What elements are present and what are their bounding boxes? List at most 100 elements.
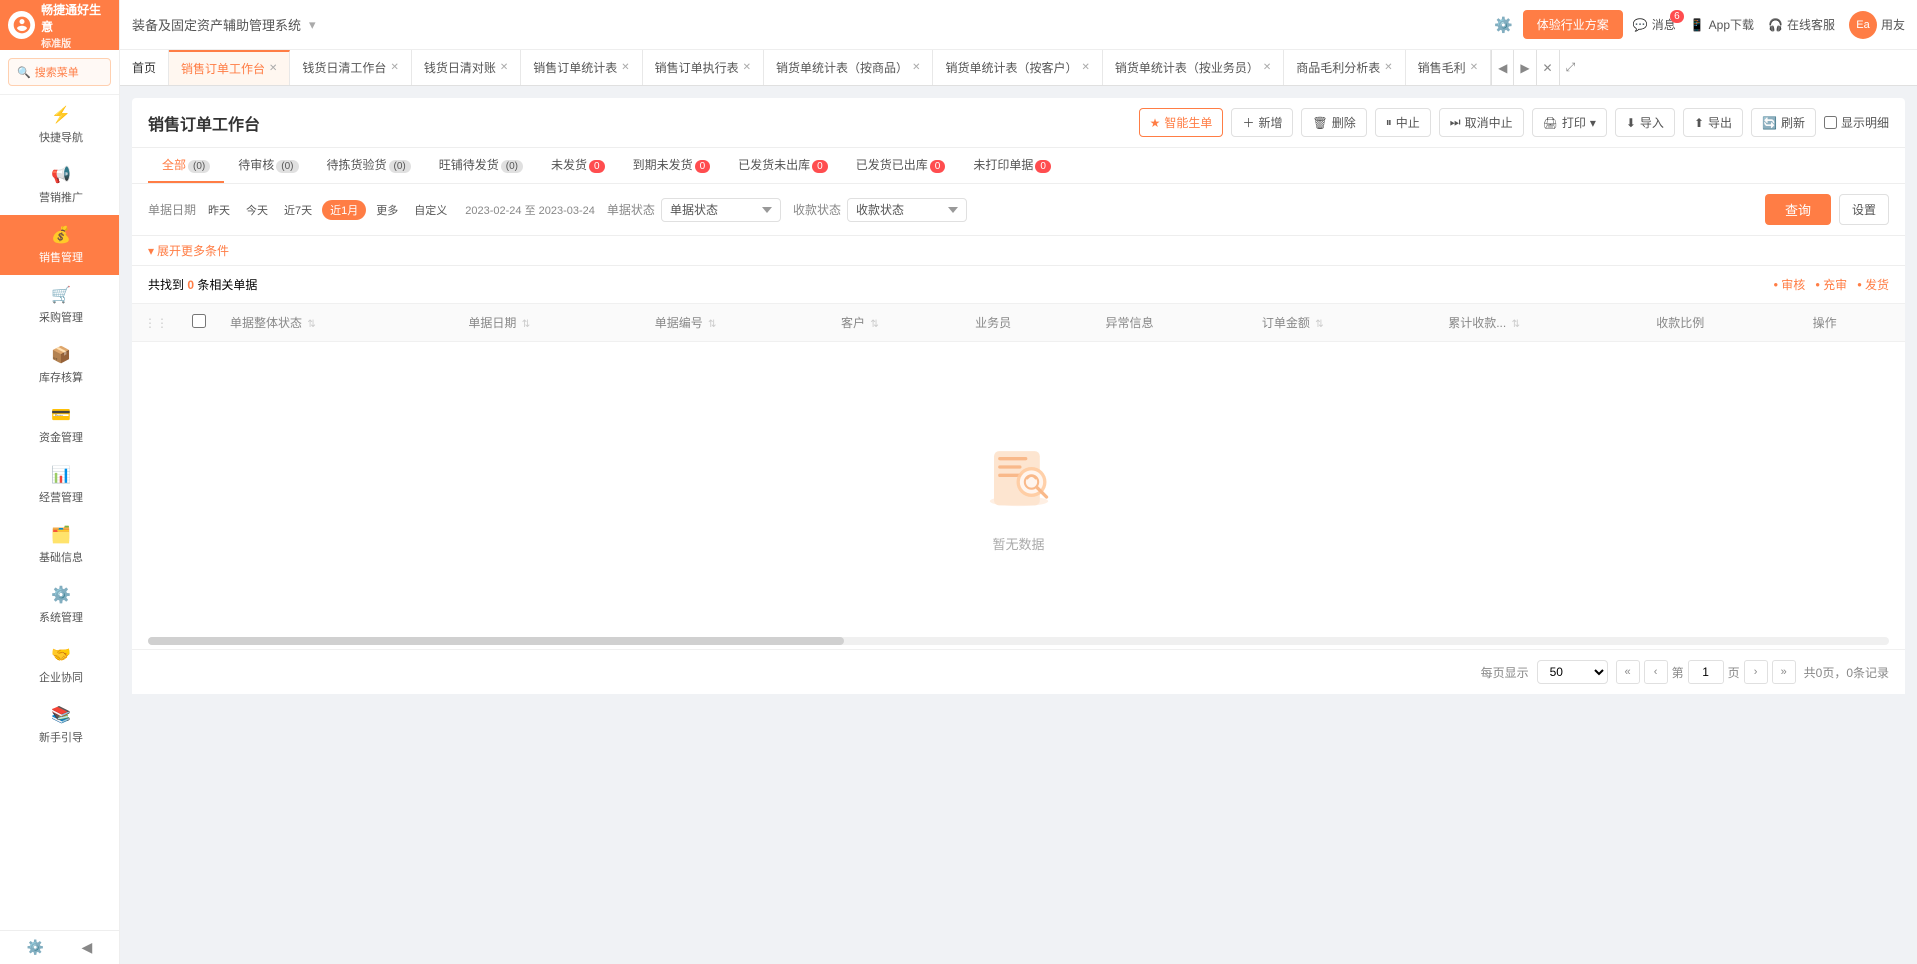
tab-cash-goods-reconcile[interactable]: 钱货日清对账 ✕	[412, 50, 521, 86]
tab-close-product[interactable]: ✕	[912, 62, 920, 73]
sidebar-item-sales[interactable]: 💰 销售管理	[0, 215, 119, 275]
sidebar-item-guide[interactable]: 📚 新手引导	[0, 695, 119, 755]
tab-sales-stats[interactable]: 销售订单统计表 ✕	[521, 50, 642, 86]
sub-tab-not-shipped[interactable]: 未发货0	[537, 148, 619, 183]
tab-close-gross[interactable]: ✕	[1384, 62, 1392, 73]
expand-filter-bar: ▾ 展开更多条件	[132, 236, 1905, 266]
tabs-next-btn[interactable]: ▶	[1513, 50, 1535, 86]
tab-sales-order-workbench[interactable]: 销售订单工作台 ✕	[169, 50, 290, 86]
date-btn-yesterday[interactable]: 昨天	[202, 200, 236, 220]
tab-close-profit[interactable]: ✕	[1470, 62, 1478, 73]
sidebar-item-enterprise[interactable]: 🤝 企业协同	[0, 635, 119, 695]
sidebar-item-inventory[interactable]: 📦 库存核算	[0, 335, 119, 395]
tab-sales-stats-customer[interactable]: 销货单统计表（按客户） ✕	[933, 50, 1102, 86]
sidebar-item-quick-nav[interactable]: ⚡ 快捷导航	[0, 95, 119, 155]
topbar: 装备及固定资产辅助管理系统 ▾ ⚙️ 体验行业方案 💬 消息 6 📱 App下载…	[120, 0, 1917, 50]
show-detail-label[interactable]: 显示明细	[1824, 114, 1889, 131]
app-download-btn[interactable]: 📱 App下载	[1690, 16, 1754, 33]
tab-close-sales-order[interactable]: ✕	[269, 63, 277, 74]
status-select[interactable]: 单据状态	[661, 198, 781, 222]
quick-cancel-audit-btn[interactable]: 充审	[1815, 276, 1847, 293]
th-actions: 操作	[1801, 304, 1905, 342]
tab-sales-stats-product[interactable]: 销货单统计表（按商品） ✕	[764, 50, 933, 86]
cancel-pause-btn[interactable]: ⏭ 取消中止	[1439, 108, 1524, 137]
expand-filter-btn[interactable]: ▾ 展开更多条件	[148, 242, 1889, 259]
pause-btn[interactable]: ⏸ 中止	[1375, 108, 1431, 137]
sidebar-item-purchase[interactable]: 🛒 采购管理	[0, 275, 119, 335]
sub-tab-shipped-not-out[interactable]: 已发货未出库0	[724, 148, 842, 183]
date-btn-1month[interactable]: 近1月	[322, 200, 366, 220]
date-filter: 单据日期 昨天 今天 近7天 近1月 更多 自定义	[148, 200, 453, 220]
sub-tab-not-printed[interactable]: 未打印单据0	[959, 148, 1065, 183]
message-btn[interactable]: 💬 消息 6	[1633, 16, 1676, 33]
h-scrollbar-thumb[interactable]	[148, 637, 844, 645]
sidebar-item-base[interactable]: 🗂️ 基础信息	[0, 515, 119, 575]
sidebar-item-marketing[interactable]: 📢 营销推广	[0, 155, 119, 215]
sidebar-item-operations[interactable]: 📊 经营管理	[0, 455, 119, 515]
export-btn[interactable]: ⬆ 导出	[1683, 108, 1743, 137]
sidebar-item-finance[interactable]: 💳 资金管理	[0, 395, 119, 455]
tabs-maximize-btn[interactable]: ⤢	[1559, 50, 1582, 86]
date-btn-today[interactable]: 今天	[240, 200, 274, 220]
page-last-btn[interactable]: »	[1772, 660, 1796, 684]
payment-filter-label: 收款状态	[793, 201, 841, 218]
add-btn[interactable]: ＋ 新增	[1231, 108, 1293, 137]
date-btn-7days[interactable]: 近7天	[278, 200, 318, 220]
tab-close-sales-exec[interactable]: ✕	[743, 62, 751, 73]
tab-sales-stats-staff[interactable]: 销货单统计表（按业务员） ✕	[1103, 50, 1284, 86]
h-scrollbar[interactable]	[148, 637, 1889, 645]
quick-nav-icon: ⚡	[51, 105, 71, 125]
date-btn-more[interactable]: 更多	[370, 200, 404, 220]
industry-btn[interactable]: 体验行业方案	[1523, 10, 1623, 39]
online-service-btn[interactable]: 🎧 在线客服	[1768, 16, 1835, 33]
tab-close-staff[interactable]: ✕	[1263, 62, 1271, 73]
delete-btn[interactable]: 🗑 删除	[1301, 108, 1366, 137]
page-next-btn[interactable]: ›	[1744, 660, 1768, 684]
select-all-checkbox[interactable]	[192, 314, 206, 328]
gear-icon[interactable]: ⚙️	[1494, 16, 1513, 34]
show-detail-checkbox[interactable]	[1824, 116, 1837, 129]
page-prev-btn[interactable]: ‹	[1644, 660, 1668, 684]
tab-sales-profit[interactable]: 销售毛利 ✕	[1406, 50, 1491, 86]
star-icon: ★	[1150, 116, 1161, 130]
filter-action-btns: 查询 设置	[1765, 194, 1889, 225]
sub-tab-all[interactable]: 全部(0)	[148, 148, 224, 183]
payment-select[interactable]: 收款状态	[847, 198, 967, 222]
tab-home[interactable]: 首页	[120, 50, 169, 86]
headset-icon: 🎧	[1768, 18, 1783, 32]
th-check[interactable]	[180, 304, 218, 342]
print-btn[interactable]: 🖨 打印 ▾	[1532, 108, 1607, 137]
refresh-btn[interactable]: 🔄 刷新	[1751, 108, 1816, 137]
sub-tab-pending-audit[interactable]: 待审核(0)	[224, 148, 312, 183]
sub-tab-pending-inspection[interactable]: 待拣货验货(0)	[313, 148, 425, 183]
search-menu-button[interactable]: 🔍 搜索菜单	[8, 58, 111, 86]
tab-daily-cash[interactable]: 钱货日清工作台 ✕	[290, 50, 411, 86]
collapse-btn[interactable]: ◀	[82, 939, 93, 956]
query-btn[interactable]: 查询	[1765, 194, 1831, 225]
settings-bottom-btn[interactable]: ⚙️	[27, 939, 44, 956]
tab-close-reconcile[interactable]: ✕	[500, 62, 508, 73]
quick-audit-btn[interactable]: 审核	[1773, 276, 1805, 293]
tab-gross-profit[interactable]: 商品毛利分析表 ✕	[1284, 50, 1405, 86]
system-title-dropdown-icon: ▾	[309, 17, 316, 33]
sidebar-item-system[interactable]: ⚙️ 系统管理	[0, 575, 119, 635]
tab-close-daily-cash[interactable]: ✕	[390, 62, 398, 73]
sub-tab-shipped-out[interactable]: 已发货已出库0	[842, 148, 960, 183]
tab-sales-exec[interactable]: 销售订单执行表 ✕	[643, 50, 764, 86]
page-input[interactable]	[1688, 660, 1724, 684]
page-first-btn[interactable]: «	[1616, 660, 1640, 684]
set-btn[interactable]: 设置	[1839, 194, 1889, 225]
quick-ship-btn[interactable]: 发货	[1857, 276, 1889, 293]
sub-tab-wangpu[interactable]: 旺铺待发货(0)	[425, 148, 537, 183]
tabs-prev-btn[interactable]: ◀	[1491, 50, 1513, 86]
user-avatar-area[interactable]: Ea 用友	[1849, 11, 1905, 39]
import-btn[interactable]: ⬇ 导入	[1615, 108, 1675, 137]
tab-close-customer[interactable]: ✕	[1081, 62, 1089, 73]
tabs-close-btn[interactable]: ✕	[1536, 50, 1559, 86]
per-page-select[interactable]: 20 50 100 200	[1537, 660, 1608, 684]
smart-create-btn[interactable]: ★ 智能生单	[1139, 108, 1224, 137]
sub-tab-overdue[interactable]: 到期未发货0	[619, 148, 725, 183]
horizontal-scroll	[132, 633, 1905, 649]
date-btn-custom[interactable]: 自定义	[408, 200, 453, 220]
tab-close-sales-stats[interactable]: ✕	[621, 62, 629, 73]
